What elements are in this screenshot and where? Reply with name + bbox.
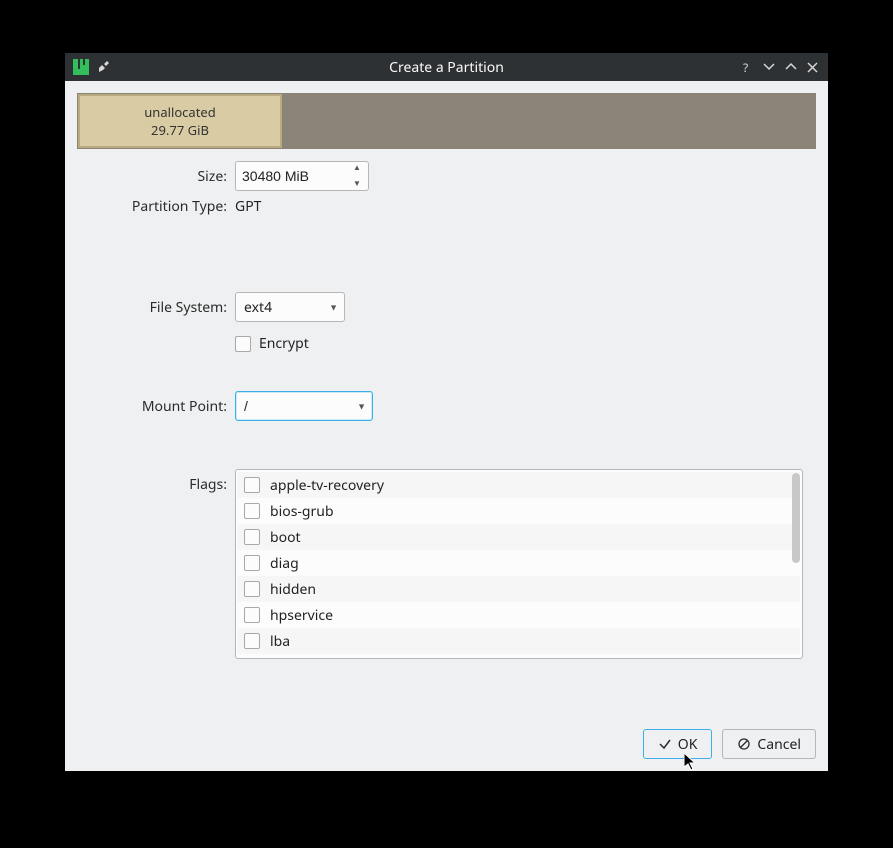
flag-checkbox[interactable] [244,555,260,571]
encrypt-checkbox[interactable] [235,336,251,352]
flag-label: hpservice [270,606,333,625]
flag-label: hidden [270,580,316,599]
mountpoint-input[interactable] [244,398,364,414]
label-flags: Flags: [77,469,235,494]
flag-checkbox[interactable] [244,477,260,493]
flag-checkbox[interactable] [244,529,260,545]
chevron-up-icon[interactable] [785,61,797,73]
ok-button[interactable]: OK [643,729,713,759]
flag-checkbox[interactable] [244,581,260,597]
pin-icon[interactable] [97,61,109,73]
window-title: Create a Partition [65,58,828,77]
dialog-create-partition: Create a Partition ? unallocated 29.77 G… [65,53,828,771]
app-logo-icon [73,59,89,75]
check-icon [658,737,672,751]
chevron-down-icon: ▼ [329,301,338,314]
flag-item[interactable]: boot [238,524,800,550]
partition-type-value: GPT [235,197,261,216]
flag-label: diag [270,554,299,573]
label-partition-type: Partition Type: [77,197,235,216]
chevron-down-icon[interactable] [763,61,775,73]
partition-label: unallocated [144,103,216,121]
flag-checkbox[interactable] [244,503,260,519]
encrypt-label: Encrypt [259,334,309,353]
scrollbar-thumb[interactable] [792,473,800,563]
partition-size: 29.77 GiB [151,121,209,139]
label-size: Size: [77,167,235,186]
spin-up-icon[interactable]: ▲ [353,164,361,172]
size-input[interactable] [242,168,362,184]
flag-item[interactable]: hidden [238,576,800,602]
partition-remainder [282,94,815,148]
flag-label: lba [270,632,290,651]
flag-checkbox[interactable] [244,633,260,649]
flag-item[interactable]: bios-grub [238,498,800,524]
spin-down-icon[interactable]: ▼ [353,180,361,188]
flag-item[interactable]: apple-tv-recovery [238,472,800,498]
cancel-label: Cancel [757,735,801,754]
mountpoint-combo[interactable]: ▼ [235,391,373,421]
svg-text:?: ? [743,61,748,74]
cancel-icon [737,737,751,751]
flag-checkbox[interactable] [244,607,260,623]
close-icon[interactable] [807,62,818,73]
chevron-down-icon: ▼ [357,400,366,413]
ok-label: OK [678,735,698,754]
cancel-button[interactable]: Cancel [722,729,816,759]
flag-label: apple-tv-recovery [270,476,384,495]
filesystem-combo[interactable]: ext4 ▼ [235,292,345,322]
help-icon[interactable]: ? [740,61,753,74]
flag-label: boot [270,528,301,547]
size-spinbox[interactable]: ▲ ▼ [235,161,369,191]
partition-bar: unallocated 29.77 GiB [77,93,816,149]
label-filesystem: File System: [77,298,235,317]
flags-listbox[interactable]: apple-tv-recovery bios-grub boot diag hidden… [235,469,803,659]
flag-item[interactable]: lba [238,628,800,654]
label-mountpoint: Mount Point: [77,397,235,416]
partition-unallocated[interactable]: unallocated 29.77 GiB [78,94,282,148]
filesystem-value: ext4 [244,298,272,317]
titlebar: Create a Partition ? [65,53,828,81]
flag-item[interactable]: diag [238,550,800,576]
flag-item[interactable]: hpservice [238,602,800,628]
flag-label: bios-grub [270,502,334,521]
